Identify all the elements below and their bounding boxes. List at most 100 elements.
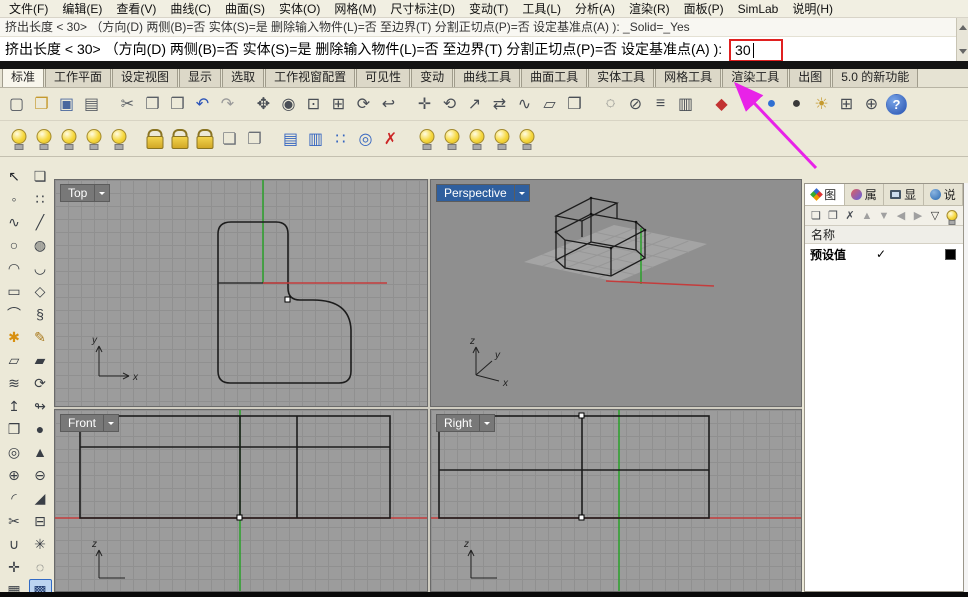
scale-icon[interactable]: ↗ [462, 92, 487, 117]
toolbar-tab[interactable]: 出图 [789, 69, 832, 87]
viewport-title-label[interactable]: Right [436, 414, 481, 432]
boolean-difference-icon[interactable]: ⊖ [29, 464, 52, 486]
toolbar-tab[interactable]: 曲面工具 [521, 69, 588, 87]
toolbar-tab[interactable]: 设定视图 [112, 69, 179, 87]
ellipse-tool-icon[interactable]: ◍ [29, 234, 52, 256]
layer-color-swatch[interactable] [945, 248, 956, 260]
curve-tools-icon[interactable]: ∿ [512, 92, 537, 117]
panel-tab-properties[interactable]: 属 [845, 184, 884, 205]
solid-tools-icon[interactable]: ❒ [562, 92, 587, 117]
toolbar-tab[interactable]: 选取 [222, 69, 265, 87]
layer-light-on-icon[interactable] [6, 126, 31, 151]
move-tool-icon[interactable]: ✛ [3, 556, 26, 578]
point-grid-icon[interactable]: ∷ [328, 126, 353, 151]
bulb-c-icon[interactable] [464, 126, 489, 151]
toolbar-tab[interactable]: 工作视窗配置 [265, 69, 356, 87]
explode-tool-icon[interactable]: ✳ [29, 533, 52, 555]
move-right-icon[interactable]: ▶ [910, 208, 926, 224]
menu-item[interactable]: 分析(A) [568, 0, 622, 17]
cone-tool-icon[interactable]: ▲ [29, 441, 52, 463]
detail-list-icon[interactable]: ▤ [278, 126, 303, 151]
menu-item[interactable]: 变动(T) [462, 0, 515, 17]
target-circle-icon[interactable]: ◎ [353, 126, 378, 151]
object-properties-icon[interactable]: ▥ [673, 92, 698, 117]
toolbar-tab[interactable]: 曲线工具 [454, 69, 521, 87]
cut-icon[interactable]: ✂ [115, 92, 140, 117]
cylinder-tool-icon[interactable]: ◎ [3, 441, 26, 463]
menu-item[interactable]: 曲线(C) [163, 0, 218, 17]
viewport-front[interactable]: Front z [54, 409, 428, 592]
split-tool-icon[interactable]: ⊟ [29, 510, 52, 532]
menu-item[interactable]: 渲染(R) [622, 0, 677, 17]
loft-tool-icon[interactable]: ≋ [3, 372, 26, 394]
scroll-up-icon[interactable] [958, 21, 967, 30]
viewport-menu-dropdown-icon[interactable] [95, 184, 111, 202]
menu-item[interactable]: 说明(H) [785, 0, 840, 17]
move-up-icon[interactable]: ▲ [859, 208, 875, 224]
layer-bulb-icon[interactable] [944, 208, 960, 224]
surface-corner-icon[interactable]: ▰ [29, 349, 52, 371]
filter-funnel-icon[interactable]: ▽ [927, 208, 943, 224]
gumball-icon[interactable]: ⊕ [859, 92, 884, 117]
open-file-icon[interactable]: ❐ [29, 92, 54, 117]
fillet-edge-icon[interactable]: ◜ [3, 487, 26, 509]
delete-layer-icon[interactable]: ✗ [842, 208, 858, 224]
sphere-tool-icon[interactable]: ● [29, 418, 52, 440]
undo-view-icon[interactable]: ↩ [376, 92, 401, 117]
page-pair-icon[interactable]: ❐ [242, 126, 267, 151]
toolbar-tab[interactable]: 标准 [2, 69, 45, 87]
new-layer-icon[interactable]: ❏ [808, 208, 824, 224]
select-arrow-icon[interactable]: ↖ [3, 165, 26, 187]
revolve-tool-icon[interactable]: ⟳ [29, 372, 52, 394]
sketch-tool-icon[interactable]: ✎ [29, 326, 52, 348]
toolbar-tab[interactable]: 显示 [179, 69, 222, 87]
toolbar-tab[interactable]: 变动 [411, 69, 454, 87]
polygon-tool-icon[interactable]: ◇ [29, 280, 52, 302]
bulb-a-icon[interactable] [414, 126, 439, 151]
page-single-icon[interactable]: ❏ [217, 126, 242, 151]
layer-light-dim-icon[interactable] [106, 126, 131, 151]
join-tool-icon[interactable]: ∪ [3, 533, 26, 555]
scroll-down-icon[interactable] [958, 49, 967, 58]
trim-tool-icon[interactable]: ✂ [3, 510, 26, 532]
menu-item[interactable]: 曲面(S) [218, 0, 272, 17]
shaded-viewport-icon[interactable]: ▩ [28, 579, 52, 592]
viewport-perspective[interactable]: Perspective z y x [430, 179, 802, 407]
bulb-b-icon[interactable] [439, 126, 464, 151]
detail-list2-icon[interactable]: ▥ [303, 126, 328, 151]
rotate-icon[interactable]: ⟲ [437, 92, 462, 117]
line-tool-icon[interactable]: ╱ [29, 211, 52, 233]
redo-icon[interactable]: ↷ [215, 92, 240, 117]
rectangle-tool-icon[interactable]: ▭ [3, 280, 26, 302]
toolbar-tab[interactable]: 渲染工具 [722, 69, 789, 87]
menu-item[interactable]: 工具(L) [515, 0, 568, 17]
layer-row[interactable]: 预设值 ✓ [805, 244, 963, 264]
layer-lights-pair2-icon[interactable] [81, 126, 106, 151]
render-dark-sphere-icon[interactable]: ● [784, 92, 809, 117]
menu-item[interactable]: 查看(V) [109, 0, 163, 17]
viewport-top[interactable]: Top y x [54, 179, 428, 407]
mirror-icon[interactable]: ⇄ [487, 92, 512, 117]
zoom-extents-icon[interactable]: ⊞ [326, 92, 351, 117]
surface-tools-icon[interactable]: ▱ [537, 92, 562, 117]
viewport-menu-dropdown-icon[interactable] [480, 414, 496, 432]
sun-light-icon[interactable]: ☀ [809, 92, 834, 117]
curve-freeform-icon[interactable]: ∿ [3, 211, 26, 233]
save-file-icon[interactable]: ▣ [54, 92, 79, 117]
render-preview-icon[interactable]: ◆ [709, 92, 734, 117]
toolbar-tab[interactable]: 可见性 [356, 69, 411, 87]
grid-options-icon[interactable]: ⊞ [834, 92, 859, 117]
delete-red-x-icon[interactable]: ✗ [378, 126, 403, 151]
viewport-title-label[interactable]: Top [60, 184, 96, 202]
viewport-title-label[interactable]: Perspective [436, 184, 515, 202]
layer-lights-pair-icon[interactable] [56, 126, 81, 151]
menu-item[interactable]: 实体(O) [272, 0, 327, 17]
sweep-tool-icon[interactable]: ↬ [29, 395, 52, 417]
point-cloud-icon[interactable]: ∷ [29, 188, 52, 210]
lock-page-icon[interactable] [192, 126, 217, 151]
hide-objects-icon[interactable]: ◌ [598, 92, 623, 117]
edit-layers-icon[interactable]: ≡ [648, 92, 673, 117]
duplicate-layer-icon[interactable]: ❐ [825, 208, 841, 224]
menu-item[interactable]: 网格(M) [327, 0, 383, 17]
command-scrollbar[interactable] [956, 18, 968, 61]
